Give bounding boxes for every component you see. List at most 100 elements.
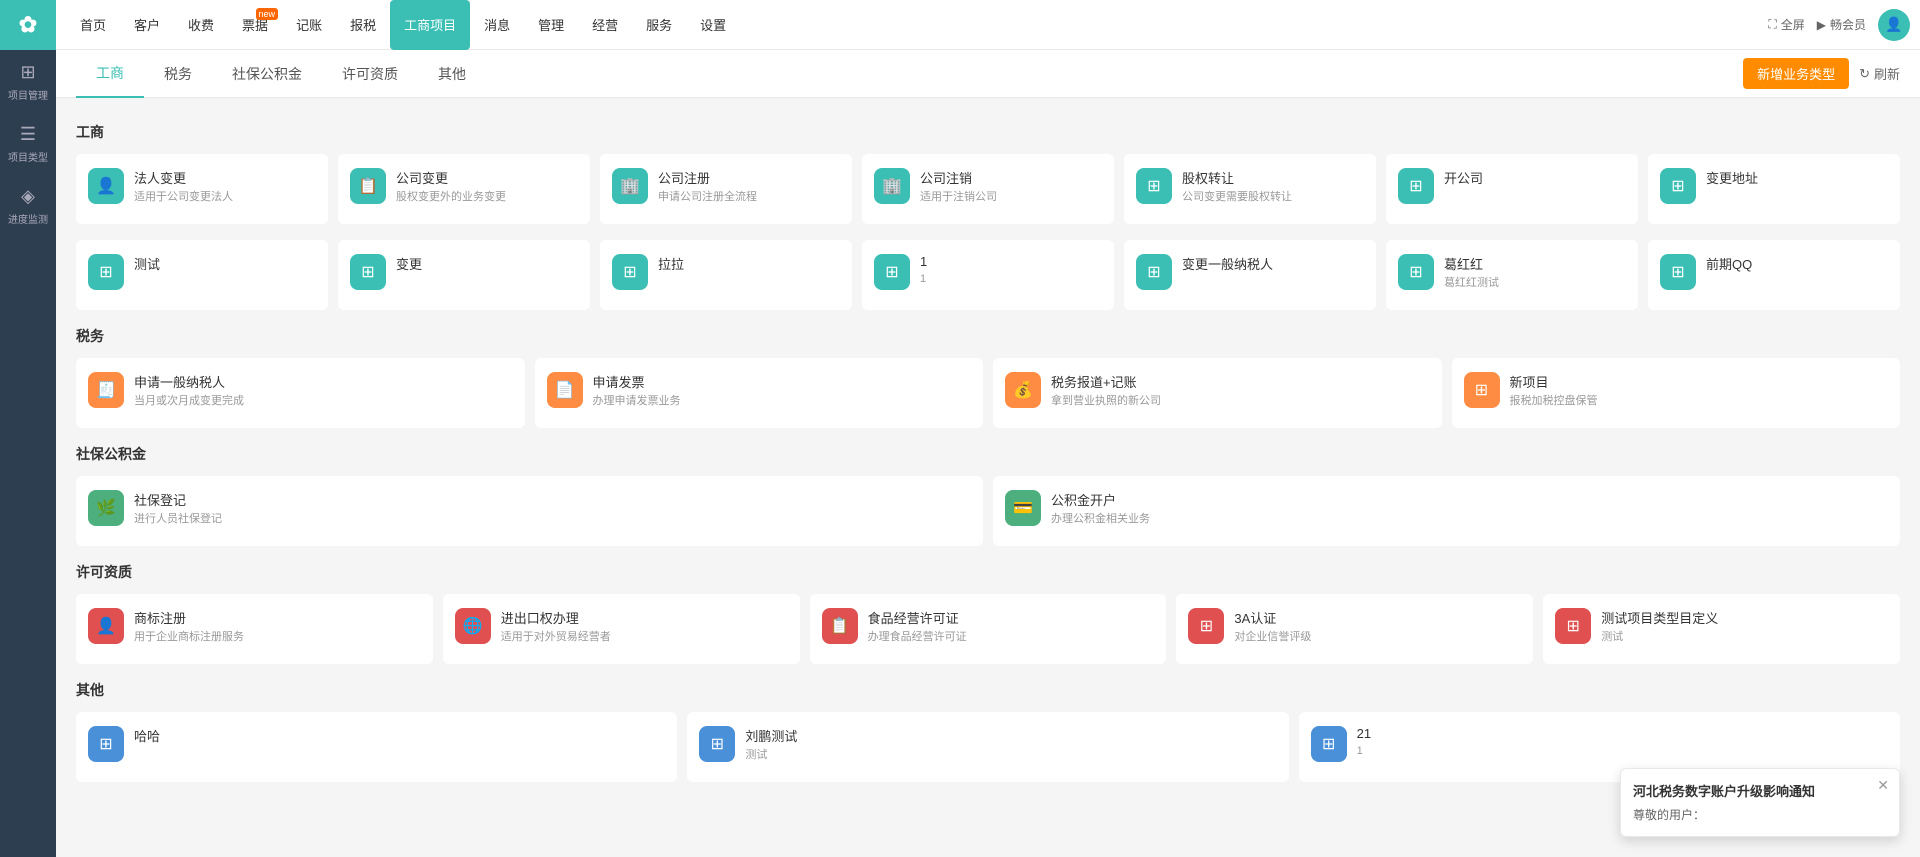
card-haha[interactable]: ⊞ 哈哈 (76, 712, 677, 782)
member-label: 畅会员 (1830, 16, 1866, 33)
card-company-change[interactable]: 📋 公司变更 股权变更外的业务变更 (338, 154, 590, 224)
card-desc: 股权变更外的业务变更 (396, 190, 578, 204)
card-icon-twenty-one: ⊞ (1311, 726, 1347, 762)
card-name: 测试 (134, 254, 316, 273)
subnav-tax[interactable]: 税务 (144, 50, 212, 98)
subnav-industry[interactable]: 工商 (76, 50, 144, 98)
subnav-social[interactable]: 社保公积金 (212, 50, 322, 98)
card-apply-general-tax[interactable]: 🧾 申请一般纳税人 当月或次月成变更完成 (76, 358, 525, 428)
card-tax-report-accounting[interactable]: 💰 税务报道+记账 拿到营业执照的新公司 (993, 358, 1442, 428)
card-new-project[interactable]: ⊞ 新项目 报税加税控盘保管 (1452, 358, 1901, 428)
card-icon-lala: ⊞ (612, 254, 648, 290)
nav-operation[interactable]: 经营 (578, 0, 632, 50)
card-desc: 申请公司注册全流程 (658, 190, 840, 204)
card-social-register[interactable]: 🌿 社保登记 进行人员社保登记 (76, 476, 983, 546)
card-provident-fund[interactable]: 💳 公积金开户 办理公积金相关业务 (993, 476, 1900, 546)
project-type-icon: ☰ (16, 122, 40, 146)
card-icon-change-general-tax: ⊞ (1136, 254, 1172, 290)
card-liupeng-test[interactable]: ⊞ 刘鹏测试 测试 (687, 712, 1288, 782)
card-apply-invoice[interactable]: 📄 申请发票 办理申请发票业务 (535, 358, 984, 428)
nav-home[interactable]: 首页 (66, 0, 120, 50)
card-info-company-cancel: 公司注销 适用于注销公司 (920, 168, 1102, 204)
card-info-change: 变更 (396, 254, 578, 276)
card-info-3a-cert: 3A认证 对企业信誉评级 (1234, 608, 1521, 644)
card-name: 法人变更 (134, 168, 316, 187)
card-icon-one: ⊞ (874, 254, 910, 290)
card-icon-trademark-register: 👤 (88, 608, 124, 644)
sidebar-item-label: 项目类型 (8, 149, 48, 164)
card-trademark-register[interactable]: 👤 商标注册 用于企业商标注册服务 (76, 594, 433, 664)
card-change-general-tax[interactable]: ⊞ 变更一般纳税人 (1124, 240, 1376, 310)
nav-service[interactable]: 服务 (632, 0, 686, 50)
notification-title: 河北税务数字账户升级影响通知 (1633, 781, 1887, 800)
sidebar-item-project-type[interactable]: ☰ 项目类型 (0, 112, 56, 174)
card-one[interactable]: ⊞ 1 1 (862, 240, 1114, 310)
card-equity-transfer[interactable]: ⊞ 股权转让 公司变更需要股权转让 (1124, 154, 1376, 224)
card-name: 公司注册 (658, 168, 840, 187)
card-test-type-define[interactable]: ⊞ 测试项目类型目定义 测试 (1543, 594, 1900, 664)
nav-invoice[interactable]: 票据 new (228, 0, 282, 50)
card-icon-3a-cert: ⊞ (1188, 608, 1224, 644)
card-icon-import-export: 🌐 (455, 608, 491, 644)
progress-monitor-icon: ◈ (16, 184, 40, 208)
card-test[interactable]: ⊞ 测试 (76, 240, 328, 310)
card-icon-apply-general-tax: 🧾 (88, 372, 124, 408)
nav-accounting[interactable]: 记账 (282, 0, 336, 50)
card-import-export[interactable]: 🌐 进出口权办理 适用于对外贸易经营者 (443, 594, 800, 664)
card-3a-cert[interactable]: ⊞ 3A认证 对企业信誉评级 (1176, 594, 1533, 664)
card-icon-company-change: 📋 (350, 168, 386, 204)
subnav-right: 新增业务类型 ↻ 刷新 (1743, 58, 1900, 89)
card-early-qq[interactable]: ⊞ 前期QQ (1648, 240, 1900, 310)
nav-billing[interactable]: 收费 (174, 0, 228, 50)
sidebar-item-progress-monitor[interactable]: ◈ 进度监测 (0, 174, 56, 236)
nav-settings[interactable]: 设置 (686, 0, 740, 50)
refresh-label: 刷新 (1874, 64, 1900, 83)
card-icon-open-company: ⊞ (1398, 168, 1434, 204)
card-company-register[interactable]: 🏢 公司注册 申请公司注册全流程 (600, 154, 852, 224)
sidebar-logo[interactable]: ✿ (0, 0, 56, 50)
card-info-change-general-tax: 变更一般纳税人 (1182, 254, 1364, 276)
sidebar: ✿ ⊞ 项目管理 ☰ 项目类型 ◈ 进度监测 (0, 0, 56, 857)
nav-badge-new: new (256, 8, 279, 20)
card-name: 申请一般纳税人 (134, 372, 513, 391)
nav-industry[interactable]: 工商项目 (390, 0, 470, 50)
topnav-right: ⛶ 全屏 ▶ 畅会员 👤 (1768, 9, 1910, 41)
card-icon-haha: ⊞ (88, 726, 124, 762)
refresh-button[interactable]: ↻ 刷新 (1859, 64, 1900, 83)
nav-tax[interactable]: 报税 (336, 0, 390, 50)
avatar[interactable]: 👤 (1878, 9, 1910, 41)
nav-manage[interactable]: 管理 (524, 0, 578, 50)
card-legal-change[interactable]: 👤 法人变更 适用于公司变更法人 (76, 154, 328, 224)
nav-customer[interactable]: 客户 (120, 0, 174, 50)
card-change-address[interactable]: ⊞ 变更地址 (1648, 154, 1900, 224)
sidebar-item-label: 进度监测 (8, 211, 48, 226)
license-card-grid: 👤 商标注册 用于企业商标注册服务 🌐 进出口权办理 适用于对外贸易经营者 📋 … (76, 594, 1900, 664)
card-desc: 用于企业商标注册服务 (134, 630, 421, 644)
card-name: 刘鹏测试 (745, 726, 1276, 745)
card-desc: 办理公积金相关业务 (1051, 512, 1888, 526)
card-info-legal-change: 法人变更 适用于公司变更法人 (134, 168, 316, 204)
notification-close-button[interactable]: ✕ (1877, 777, 1889, 794)
card-icon-change-address: ⊞ (1660, 168, 1696, 204)
subnav: 工商 税务 社保公积金 许可资质 其他 新增业务类型 ↻ 刷新 (56, 50, 1920, 98)
card-name: 公司变更 (396, 168, 578, 187)
card-lala[interactable]: ⊞ 拉拉 (600, 240, 852, 310)
industry-card-grid-1: 👤 法人变更 适用于公司变更法人 📋 公司变更 股权变更外的业务变更 🏢 公司注… (76, 154, 1900, 224)
member-btn[interactable]: ▶ 畅会员 (1817, 16, 1866, 33)
fullscreen-btn[interactable]: ⛶ 全屏 (1768, 16, 1804, 33)
add-type-button[interactable]: 新增业务类型 (1743, 58, 1849, 89)
card-open-company[interactable]: ⊞ 开公司 (1386, 154, 1638, 224)
card-info-haha: 哈哈 (134, 726, 665, 748)
card-info-lala: 拉拉 (658, 254, 840, 276)
subnav-license[interactable]: 许可资质 (322, 50, 418, 98)
card-name: 社保登记 (134, 490, 971, 509)
nav-message[interactable]: 消息 (470, 0, 524, 50)
section-title-industry: 工商 (76, 122, 1900, 142)
sidebar-item-label: 项目管理 (8, 87, 48, 102)
card-change[interactable]: ⊞ 变更 (338, 240, 590, 310)
sidebar-item-project-manage[interactable]: ⊞ 项目管理 (0, 50, 56, 112)
subnav-other[interactable]: 其他 (418, 50, 486, 98)
card-company-cancel[interactable]: 🏢 公司注销 适用于注销公司 (862, 154, 1114, 224)
card-food-license[interactable]: 📋 食品经营许可证 办理食品经营许可证 (810, 594, 1167, 664)
card-gehonghong[interactable]: ⊞ 葛红红 葛红红测试 (1386, 240, 1638, 310)
